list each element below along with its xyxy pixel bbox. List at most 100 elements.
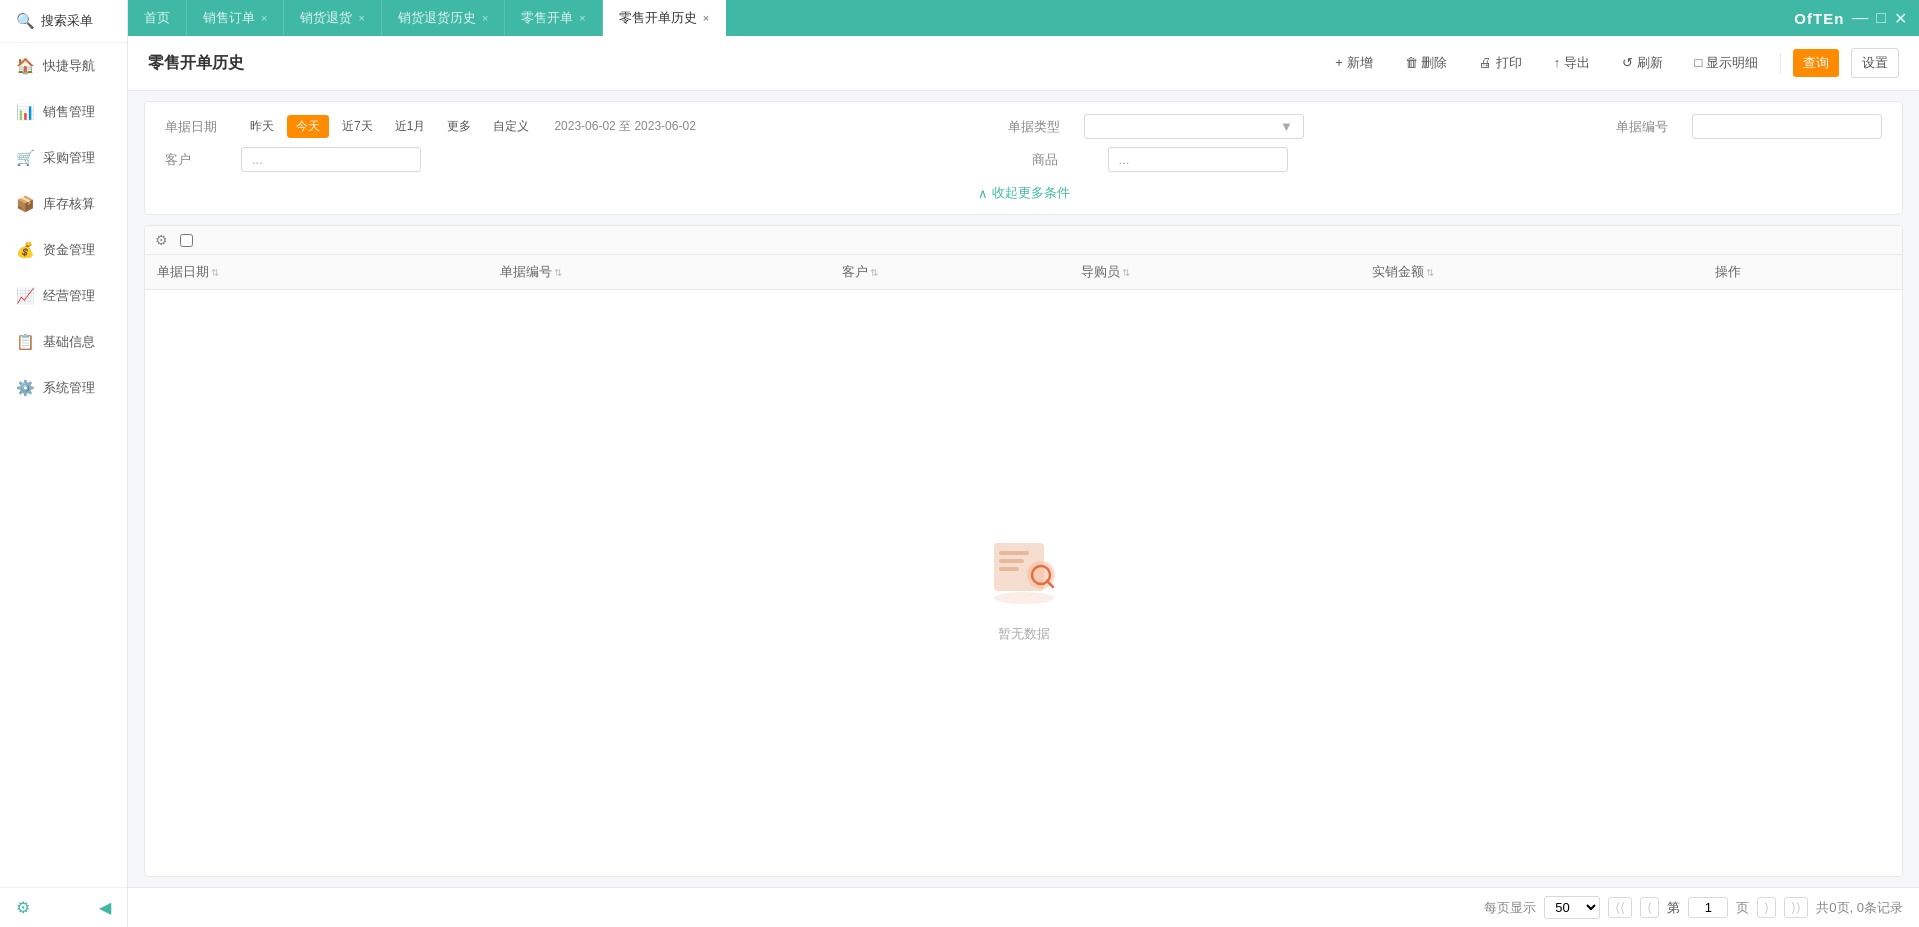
product-placeholder: ... [1119, 152, 1130, 167]
nav-label-inventory: 库存核算 [43, 195, 95, 213]
page-input[interactable] [1688, 897, 1728, 918]
brand-text: OfTEn [1794, 10, 1844, 27]
filter-row-2: 客户 ... 商品 ... [165, 147, 1882, 172]
order-no-label: 单据编号 [1616, 118, 1676, 136]
nav-icon-quick-nav: 🏠 [16, 57, 35, 75]
tab-close-retail-open[interactable]: × [579, 12, 585, 24]
tabs-bar: 首页销售订单×销货退货×销货退货历史×零售开单×零售开单历史× OfTEn — … [128, 0, 1919, 36]
collapse-icon[interactable]: ◀ [99, 898, 111, 917]
date-range: 2023-06-02 至 2023-06-02 [554, 118, 695, 135]
tab-label-sales-return-history: 销货退货历史 [398, 9, 476, 27]
data-table: 单据日期⇅单据编号⇅客户⇅导购员⇅实销金额⇅操作 [145, 255, 1902, 290]
sidebar-item-operations[interactable]: 📈经营管理 [0, 273, 127, 319]
page-label: 页 [1736, 899, 1749, 917]
tab-label-sales-order: 销售订单 [203, 9, 255, 27]
nav-label-quick-nav: 快捷导航 [43, 57, 95, 75]
sidebar-footer: ⚙ ◀ [0, 887, 127, 927]
col-no: 单据编号⇅ [488, 255, 831, 290]
sidebar-search[interactable]: 🔍 搜索采单 [0, 0, 127, 43]
toolbar: + 新增 🗑 删除 🖨 打印 ↑ 导出 ↺ 刷新 □ 显示明细 查询 设置 [1325, 48, 1899, 78]
col-label-date: 单据日期 [157, 264, 209, 279]
tab-sales-return-history[interactable]: 销货退货历史 × [382, 0, 505, 36]
empty-text: 暂无数据 [998, 625, 1050, 643]
sort-icon-date[interactable]: ⇅ [211, 267, 219, 278]
toolbar-divider [1780, 53, 1781, 73]
customer-select[interactable]: ... [241, 147, 421, 172]
table-toolbar: ⚙ [145, 226, 1902, 255]
window-close[interactable]: ✕ [1894, 9, 1907, 28]
collapse-button[interactable]: ∧ 收起更多条件 [978, 184, 1070, 202]
sidebar-item-quick-nav[interactable]: 🏠 快捷导航 [0, 43, 127, 89]
nav-icon-sys-mgmt: ⚙️ [16, 379, 35, 397]
sort-icon-no[interactable]: ⇅ [554, 267, 562, 278]
per-page-select[interactable]: 102050100 [1544, 896, 1600, 919]
pagination: 每页显示 102050100 ⟨⟨ ⟨ 第 页 ⟩ ⟩⟩ 共0页, 0条记录 [128, 887, 1919, 927]
per-page-label: 每页显示 [1484, 899, 1536, 917]
customer-placeholder: ... [252, 152, 263, 167]
settings-icon[interactable]: ⚙ [16, 898, 30, 917]
date-btn-今天[interactable]: 今天 [287, 115, 329, 138]
collapse-row: ∧ 收起更多条件 [165, 180, 1882, 202]
sidebar-search-label: 搜索采单 [41, 12, 93, 30]
svg-rect-4 [999, 567, 1019, 571]
order-no-input[interactable] [1692, 114, 1882, 139]
refresh-button[interactable]: ↺ 刷新 [1612, 49, 1673, 77]
date-btn-昨天[interactable]: 昨天 [241, 115, 283, 138]
first-page-btn[interactable]: ⟨⟨ [1608, 897, 1632, 918]
content-area: 零售开单历史 + 新增 🗑 删除 🖨 打印 ↑ 导出 ↺ 刷新 □ 显示明细 查… [128, 36, 1919, 927]
tab-sales-return[interactable]: 销货退货 × [284, 0, 381, 36]
display-button[interactable]: □ 显示明细 [1685, 49, 1768, 77]
date-btn-自定义[interactable]: 自定义 [484, 115, 538, 138]
settings-button[interactable]: 设置 [1851, 48, 1899, 78]
col-label-customer: 客户 [842, 264, 868, 279]
tab-label-home: 首页 [144, 9, 170, 27]
next-page-btn[interactable]: ⟩ [1757, 897, 1776, 918]
add-button[interactable]: + 新增 [1325, 49, 1382, 77]
tab-close-sales-order[interactable]: × [261, 12, 267, 24]
sidebar-item-sales-mgmt[interactable]: 📊销售管理 [0, 89, 127, 135]
query-button[interactable]: 查询 [1793, 49, 1839, 77]
window-maximize[interactable]: □ [1876, 9, 1886, 27]
date-btns: 昨天今天近7天近1月更多自定义 [241, 115, 538, 138]
chevron-down-icon: ▼ [1280, 119, 1293, 134]
sidebar-item-purchase-mgmt[interactable]: 🛒采购管理 [0, 135, 127, 181]
sort-icon-customer[interactable]: ⇅ [870, 267, 878, 278]
print-button[interactable]: 🖨 打印 [1469, 49, 1532, 77]
svg-rect-2 [999, 551, 1029, 555]
total-label: 共0页, 0条记录 [1816, 899, 1903, 917]
date-btn-更多[interactable]: 更多 [438, 115, 480, 138]
date-btn-近1月[interactable]: 近1月 [386, 115, 435, 138]
tab-home[interactable]: 首页 [128, 0, 187, 36]
prev-page-btn[interactable]: ⟨ [1640, 897, 1659, 918]
sidebar-item-inventory[interactable]: 📦 库存核算 [0, 181, 127, 227]
select-all-checkbox[interactable] [180, 234, 193, 247]
window-minimize[interactable]: — [1852, 9, 1868, 27]
order-type-select[interactable]: ▼ [1084, 114, 1304, 139]
tab-close-sales-return[interactable]: × [358, 12, 364, 24]
tab-label-sales-return: 销货退货 [300, 9, 352, 27]
col-customer: 客户⇅ [830, 255, 1069, 290]
sidebar-item-sys-mgmt[interactable]: ⚙️ 系统管理 [0, 365, 127, 411]
product-select[interactable]: ... [1108, 147, 1288, 172]
page-title: 零售开单历史 [148, 53, 244, 74]
sort-icon-salesperson[interactable]: ⇅ [1122, 267, 1130, 278]
delete-button[interactable]: 🗑 删除 [1395, 49, 1458, 77]
tab-label-retail-open-history: 零售开单历史 [619, 9, 697, 27]
tab-retail-open-history[interactable]: 零售开单历史 × [603, 0, 726, 36]
product-label: 商品 [1032, 151, 1092, 169]
date-btn-近7天[interactable]: 近7天 [333, 115, 382, 138]
tab-close-retail-open-history[interactable]: × [703, 12, 709, 24]
sort-icon-amount[interactable]: ⇅ [1426, 267, 1434, 278]
tab-sales-order[interactable]: 销售订单 × [187, 0, 284, 36]
export-button[interactable]: ↑ 导出 [1544, 49, 1600, 77]
sidebar-item-base-info[interactable]: 📋基础信息 [0, 319, 127, 365]
table-settings-icon[interactable]: ⚙ [155, 232, 168, 248]
sidebar-item-finance[interactable]: 💰资金管理 [0, 227, 127, 273]
tab-close-sales-return-history[interactable]: × [482, 12, 488, 24]
table-wrap: ⚙ 单据日期⇅单据编号⇅客户⇅导购员⇅实销金额⇅操作 [144, 225, 1903, 877]
nav-icon-inventory: 📦 [16, 195, 35, 213]
tab-retail-open[interactable]: 零售开单× [505, 0, 602, 36]
last-page-btn[interactable]: ⟩⟩ [1784, 897, 1808, 918]
page-label-prefix: 第 [1667, 899, 1680, 917]
nav-label-sys-mgmt: 系统管理 [43, 379, 95, 397]
